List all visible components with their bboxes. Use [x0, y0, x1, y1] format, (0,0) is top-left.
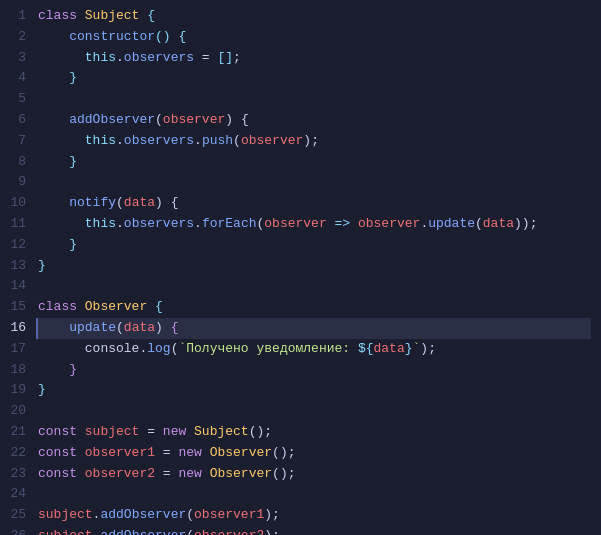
code-line: subject.addObserver(observer1); — [38, 505, 591, 526]
code-line: } — [38, 68, 591, 89]
code-line — [38, 484, 591, 505]
line-number: 24 — [8, 484, 26, 505]
code-line — [38, 89, 591, 110]
line-number: 7 — [8, 131, 26, 152]
code-line — [38, 172, 591, 193]
code-line — [38, 276, 591, 297]
line-number: 22 — [8, 443, 26, 464]
line-number: 16 — [8, 318, 26, 339]
code-line: } — [38, 256, 591, 277]
code-line: subject.addObserver(observer2); — [38, 526, 591, 535]
code-line — [38, 401, 591, 422]
code-lines: class Subject { constructor() { this.obs… — [38, 6, 601, 535]
line-number: 12 — [8, 235, 26, 256]
code-line: constructor() { — [38, 27, 591, 48]
line-number: 23 — [8, 464, 26, 485]
line-number: 20 — [8, 401, 26, 422]
code-line: const subject = new Subject(); — [38, 422, 591, 443]
code-line: } — [38, 360, 591, 381]
code-line: notify(data) { — [38, 193, 591, 214]
code-line: } — [38, 152, 591, 173]
line-number: 17 — [8, 339, 26, 360]
code-editor: 1234567891011121314151617181920212223242… — [0, 0, 601, 535]
code-line: this.observers.forEach(observer => obser… — [38, 214, 591, 235]
line-number: 15 — [8, 297, 26, 318]
line-number: 4 — [8, 68, 26, 89]
line-number: 21 — [8, 422, 26, 443]
line-number: 5 — [8, 89, 26, 110]
line-numbers: 1234567891011121314151617181920212223242… — [0, 6, 38, 535]
code-line: class Subject { — [38, 6, 591, 27]
code-line: this.observers.push(observer); — [38, 131, 591, 152]
line-number: 11 — [8, 214, 26, 235]
line-number: 2 — [8, 27, 26, 48]
code-line: console.log(`Получено уведомление: ${dat… — [38, 339, 591, 360]
code-line: const observer1 = new Observer(); — [38, 443, 591, 464]
code-line: } — [38, 380, 591, 401]
line-number: 10 — [8, 193, 26, 214]
code-line: addObserver(observer) { — [38, 110, 591, 131]
line-number: 1 — [8, 6, 26, 27]
line-number: 19 — [8, 380, 26, 401]
code-line: } — [38, 235, 591, 256]
code-line: const observer2 = new Observer(); — [38, 464, 591, 485]
line-number: 18 — [8, 360, 26, 381]
code-line: this.observers = []; — [38, 48, 591, 69]
code-line: class Observer { — [38, 297, 591, 318]
line-number: 25 — [8, 505, 26, 526]
line-number: 3 — [8, 48, 26, 69]
code-line: update(data) { — [36, 318, 591, 339]
line-number: 9 — [8, 172, 26, 193]
line-number: 14 — [8, 276, 26, 297]
line-number: 13 — [8, 256, 26, 277]
line-number: 8 — [8, 152, 26, 173]
line-number: 6 — [8, 110, 26, 131]
line-number: 26 — [8, 526, 26, 535]
